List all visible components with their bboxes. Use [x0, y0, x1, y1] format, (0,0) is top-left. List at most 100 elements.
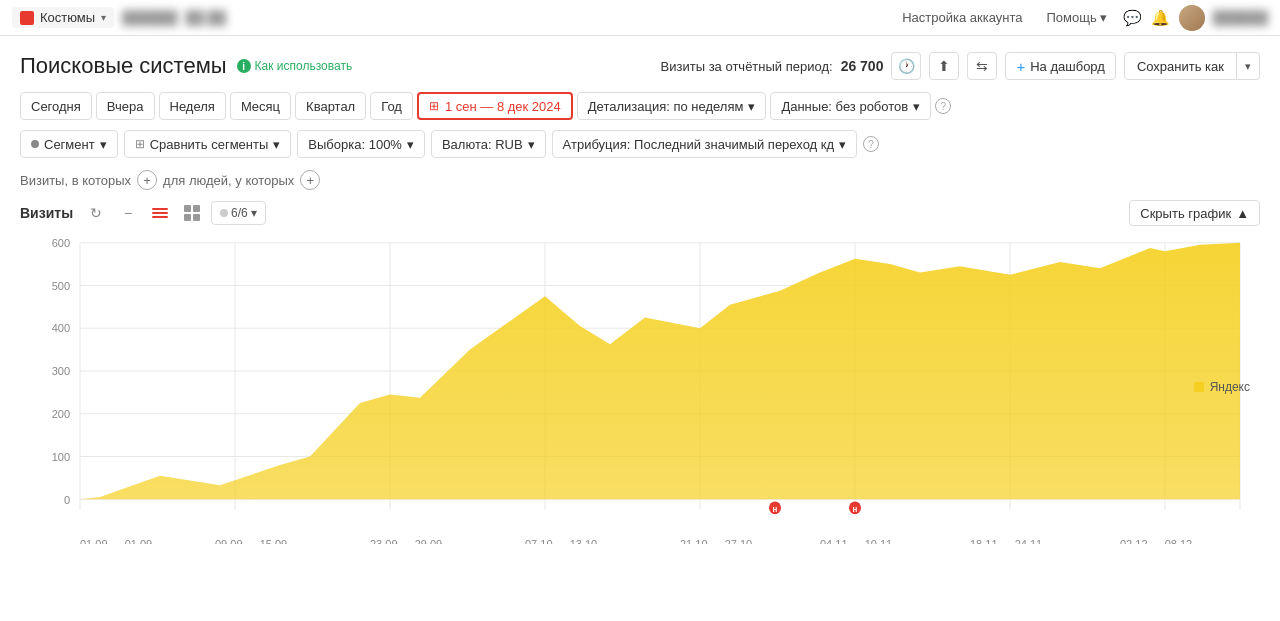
filter-info-icon[interactable]: ? — [863, 136, 879, 152]
data-robots-btn[interactable]: Данные: без роботов ▾ — [770, 92, 931, 120]
compare-icon: ⊞ — [135, 137, 145, 151]
svg-text:н: н — [853, 505, 858, 514]
segment-btn[interactable]: Сегмент ▾ — [20, 130, 118, 158]
save-chevron-btn[interactable]: ▾ — [1237, 52, 1260, 80]
svg-text:600: 600 — [52, 237, 70, 249]
svg-rect-5 — [184, 214, 191, 221]
legend-yandex-dot — [1194, 382, 1204, 392]
save-as-group: Сохранить как ▾ — [1124, 52, 1260, 80]
segment-visits-row: Визиты, в которых + для людей, у которых… — [20, 170, 1260, 190]
svg-rect-2 — [152, 216, 168, 218]
x-label-0: 01.09 — 01.09 — [80, 538, 152, 544]
avatar[interactable] — [1179, 5, 1205, 31]
period-quarter-btn[interactable]: Квартал — [295, 92, 366, 120]
detail-chevron-icon: ▾ — [748, 99, 755, 114]
sample-chevron-icon: ▾ — [407, 137, 414, 152]
how-to-use-link[interactable]: i Как использовать — [237, 59, 353, 73]
x-label-6: 18.11 — 24.11 — [970, 538, 1042, 544]
chart-count-btn[interactable]: 6/6 ▾ — [211, 201, 266, 225]
title-right: Визиты за отчётный период: 26 700 🕐 ⬆ ⇆ … — [661, 52, 1260, 80]
save-as-btn[interactable]: Сохранить как — [1124, 52, 1237, 80]
help-link[interactable]: Помощь ▾ — [1039, 6, 1115, 29]
sample-btn[interactable]: Выборка: 100% ▾ — [297, 130, 425, 158]
compare-icon-btn[interactable]: ⇆ — [967, 52, 997, 80]
attribution-chevron-icon: ▾ — [839, 137, 846, 152]
svg-rect-1 — [152, 212, 168, 214]
svg-text:500: 500 — [52, 279, 70, 291]
x-label-3: 07.10 — 13.10 — [525, 538, 597, 544]
segment-visits-text1: Визиты, в которых — [20, 173, 131, 188]
x-axis-labels-row: 01.09 — 01.09 09.09 — 15.09 23.09 — 29.0… — [20, 542, 1260, 544]
x-label-2: 23.09 — 29.09 — [370, 538, 442, 544]
filter-row: Сегмент ▾ ⊞ Сравнить сегменты ▾ Выборка:… — [20, 130, 1260, 158]
attribution-btn[interactable]: Атрибуция: Последний значимый переход кд… — [552, 130, 857, 158]
svg-text:н: н — [773, 505, 778, 514]
chart-area: 0 100 200 300 400 500 600 н н — [20, 232, 1260, 542]
visits-section-label: Визиты — [20, 205, 73, 221]
svg-text:0: 0 — [64, 493, 70, 505]
calendar-icon: ⊞ — [429, 99, 439, 113]
x-label-1: 09.09 — 15.09 — [215, 538, 287, 544]
help-chevron-icon: ▾ — [1100, 10, 1107, 25]
topbar-username: ██████ — [1213, 10, 1268, 25]
segment-visits-text2: для людей, у которых — [163, 173, 294, 188]
bell-icon[interactable]: 🔔 — [1151, 8, 1171, 28]
table-chart-icon-btn[interactable] — [179, 200, 205, 226]
x-label-4: 21.10 — 27.10 — [680, 538, 752, 544]
main-content: Поисковые системы i Как использовать Виз… — [0, 36, 1280, 544]
topbar: Костюмы ▾ ██████ ██ ██ Настройка аккаунт… — [0, 0, 1280, 36]
account-settings-link[interactable]: Настройка аккаунта — [894, 6, 1030, 29]
svg-text:300: 300 — [52, 365, 70, 377]
add-people-condition-btn[interactable]: + — [300, 170, 320, 190]
period-month-btn[interactable]: Месяц — [230, 92, 291, 120]
segment-chevron-icon: ▾ — [100, 137, 107, 152]
hide-chevron-icon: ▲ — [1236, 206, 1249, 221]
page-title: Поисковые системы — [20, 53, 227, 79]
count-dot-icon — [220, 209, 228, 217]
minus-icon-btn[interactable]: − — [115, 200, 141, 226]
topbar-blurred2: ██ ██ — [185, 10, 225, 25]
svg-text:400: 400 — [52, 322, 70, 334]
x-label-5: 04.11 — 10.11 — [820, 538, 892, 544]
brand-selector[interactable]: Костюмы ▾ — [12, 7, 114, 28]
history-icon-btn[interactable]: 🕐 — [891, 52, 921, 80]
x-label-7: 02.12 — 08.12 — [1120, 538, 1192, 544]
period-year-btn[interactable]: Год — [370, 92, 413, 120]
period-week-btn[interactable]: Неделя — [159, 92, 226, 120]
currency-btn[interactable]: Валюта: RUB ▾ — [431, 130, 546, 158]
add-visit-condition-btn[interactable]: + — [137, 170, 157, 190]
chat-icon[interactable]: 💬 — [1123, 8, 1143, 28]
chart-legend: Яндекс — [1194, 380, 1250, 394]
period-today-btn[interactable]: Сегодня — [20, 92, 92, 120]
title-row: Поисковые системы i Как использовать Виз… — [20, 52, 1260, 80]
period-range-btn[interactable]: ⊞ 1 сен — 8 дек 2024 — [417, 92, 573, 120]
period-yesterday-btn[interactable]: Вчера — [96, 92, 155, 120]
svg-text:100: 100 — [52, 450, 70, 462]
hide-chart-btn[interactable]: Скрыть график ▲ — [1129, 200, 1260, 226]
legend-yandex-label: Яндекс — [1210, 380, 1250, 394]
detail-btn[interactable]: Детализация: по неделям ▾ — [577, 92, 767, 120]
topbar-icons: 💬 🔔 — [1123, 5, 1205, 31]
refresh-icon-btn[interactable]: ↻ — [83, 200, 109, 226]
visits-count: 26 700 — [841, 58, 884, 74]
svg-rect-6 — [193, 214, 200, 221]
visits-section-header: Визиты ↻ − 6/6 ▾ Скрыть график ▲ — [20, 200, 1260, 226]
period-row: Сегодня Вчера Неделя Месяц Квартал Год ⊞… — [20, 92, 1260, 120]
add-to-dashboard-btn[interactable]: + На дашборд — [1005, 52, 1115, 80]
topbar-blurred1: ██████ — [122, 10, 177, 25]
avatar-image — [1179, 5, 1205, 31]
how-to-use-icon: i — [237, 59, 251, 73]
brand-label: Костюмы — [40, 10, 95, 25]
svg-rect-0 — [152, 208, 168, 210]
compare-segments-btn[interactable]: ⊞ Сравнить сегменты ▾ — [124, 130, 292, 158]
export-icon-btn[interactable]: ⬆ — [929, 52, 959, 80]
brand-chevron-icon: ▾ — [101, 12, 106, 23]
currency-chevron-icon: ▾ — [528, 137, 535, 152]
svg-rect-4 — [193, 205, 200, 212]
plus-icon: + — [1016, 58, 1025, 75]
compare-chevron-icon: ▾ — [273, 137, 280, 152]
lines-chart-icon-btn[interactable] — [147, 200, 173, 226]
chart-svg: 0 100 200 300 400 500 600 н н — [20, 232, 1260, 542]
period-info-icon[interactable]: ? — [935, 98, 951, 114]
svg-rect-3 — [184, 205, 191, 212]
